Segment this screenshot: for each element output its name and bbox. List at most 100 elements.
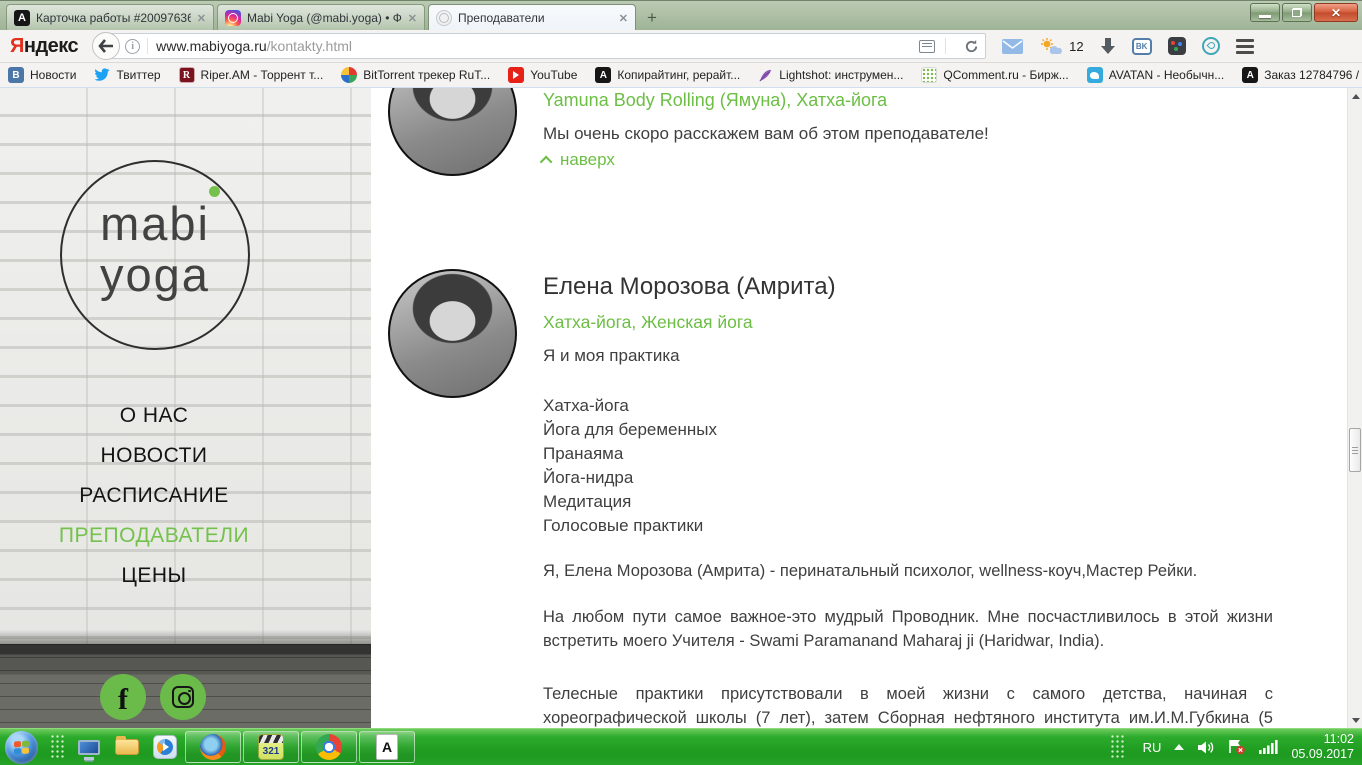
bookmark-novosti[interactable]: В Новости [8, 67, 76, 83]
tab-close-icon[interactable]: ✕ [619, 12, 628, 25]
logo-line2: yoga [100, 248, 210, 301]
remote-desktop-shortcut[interactable] [70, 731, 108, 764]
teacher-photo-yamuna [388, 88, 517, 176]
url-path: /kontakty.html [266, 38, 352, 54]
advego-icon: A [1242, 67, 1259, 83]
browser-navbar: Яндекс i www.mabiyoga.ru /kontakty.html [0, 30, 1362, 63]
menu-item-prepodavateli[interactable]: ПРЕПОДАВАТЕЛИ [0, 516, 308, 556]
scroll-down-icon [1351, 717, 1360, 723]
tab-close-icon[interactable]: ✕ [197, 12, 206, 25]
bookmark-lightshot[interactable]: Lightshot: инструмен... [758, 68, 903, 83]
reader-mode-icon[interactable] [919, 39, 936, 53]
mabiyoga-logo[interactable]: mabi yoga [60, 160, 250, 350]
back-arrow-icon [98, 39, 114, 53]
rutracker-icon [341, 67, 358, 83]
bookmark-twitter[interactable]: Твиттер [94, 68, 161, 82]
advego-taskbar-button[interactable]: A [359, 731, 415, 763]
riper-icon: R [178, 67, 195, 83]
bookmark-riper[interactable]: R Riper.AM - Торрент т... [178, 67, 323, 83]
twitter-icon [94, 68, 110, 81]
hidden-icons-arrow[interactable] [1174, 744, 1185, 750]
weather-widget[interactable]: 12 [1039, 38, 1084, 54]
start-button[interactable] [5, 730, 38, 764]
divider [945, 38, 947, 54]
tab-advego-task[interactable]: A Карточка работы #20097636 ✕ [6, 4, 214, 31]
yandex-logo[interactable]: Яндекс [10, 35, 79, 58]
scroll-up-icon [1351, 93, 1360, 99]
scrollbar-thumb[interactable] [1349, 428, 1361, 472]
up-chevron-icon [539, 155, 553, 168]
browser-tab-bar: A Карточка работы #20097636 ✕ Mabi Yoga … [0, 0, 1362, 31]
instagram-button[interactable] [160, 674, 206, 720]
menu-item-novosti[interactable]: НОВОСТИ [0, 436, 308, 476]
bio-paragraph-1: Я, Елена Морозова (Амрита) - перинатальн… [543, 562, 1198, 580]
back-button[interactable] [92, 32, 121, 60]
explorer-shortcut[interactable] [108, 731, 146, 764]
minimize-button[interactable] [1250, 3, 1280, 22]
facebook-icon: f [118, 683, 128, 716]
clapper-321-icon: 321 [258, 734, 284, 760]
clock-date: 05.09.2017 [1291, 747, 1354, 761]
menu-item-raspisanie[interactable]: РАСПИСАНИЕ [0, 476, 308, 516]
action-center-flag-icon[interactable] [1228, 739, 1246, 755]
advego-icon: A [595, 67, 612, 83]
network-signal-icon[interactable] [1259, 740, 1279, 754]
scroll-up-button[interactable] [1348, 88, 1362, 104]
close-button[interactable]: ✕ [1314, 3, 1358, 22]
url-bar[interactable]: i www.mabiyoga.ru /kontakty.html [106, 33, 987, 59]
teacher-disciplines[interactable]: Yamuna Body Rolling (Ямуна), Хатха-йога [543, 90, 1273, 111]
menu-item-tseny[interactable]: ЦЕНЫ [0, 556, 308, 596]
facebook-button[interactable]: f [100, 674, 146, 720]
tab-close-icon[interactable]: ✕ [408, 12, 417, 25]
menu-item-o-nas[interactable]: О НАС [0, 396, 308, 436]
tab-prepodavateli-active[interactable]: Преподаватели ✕ [428, 4, 636, 31]
photo-editor-icon[interactable] [1167, 37, 1186, 55]
tab-instagram[interactable]: Mabi Yoga (@mabi.yoga) • Ф ✕ [217, 4, 425, 31]
weather-sun-cloud-icon [1041, 38, 1063, 54]
logo-line1: mabi [100, 197, 210, 250]
scroll-down-button[interactable] [1348, 712, 1362, 728]
language-indicator[interactable]: RU [1143, 740, 1162, 755]
hamburger-menu-icon[interactable] [1235, 38, 1254, 54]
bio-paragraph-2: На любом пути самое важное-это мудрый Пр… [543, 608, 1273, 650]
avatan-icon [1086, 67, 1103, 83]
site-menu: О НАС НОВОСТИ РАСПИСАНИЕ ПРЕПОДАВАТЕЛИ Ц… [0, 396, 308, 596]
bookmarks-bar: В Новости Твиттер R Riper.AM - Торрент т..… [0, 63, 1362, 88]
screen: A Карточка работы #20097636 ✕ Mabi Yoga … [0, 0, 1362, 765]
practices-list: Хатха-йога Йога для беременных Пранаяма … [543, 394, 1273, 538]
site-info-icon[interactable]: i [125, 38, 141, 54]
mail-icon[interactable] [1002, 38, 1024, 54]
windows-taskbar: 321 A RU 11:02 05.09.2017 [0, 728, 1362, 765]
bookmark-advego[interactable]: A Копирайтинг, рерайт... [595, 67, 740, 83]
taskbar-clock[interactable]: 11:02 05.09.2017 [1291, 732, 1354, 762]
advego-favicon: A [14, 10, 30, 26]
instagram-icon [172, 686, 194, 708]
vertical-scrollbar[interactable] [1347, 88, 1362, 728]
teacher-name: Елена Морозова (Амрита) [543, 273, 836, 300]
practice-item: Пранаяма [543, 444, 624, 463]
bookmark-qcomment[interactable]: QComment.ru - Бирж... [921, 67, 1069, 83]
bookmark-youtube[interactable]: YouTube [508, 67, 577, 83]
tab-title: Преподаватели [458, 11, 545, 25]
wmp-icon [153, 735, 177, 759]
bookmark-rutracker[interactable]: BitTorrent трекер RuT... [341, 67, 490, 83]
reload-icon[interactable] [964, 39, 979, 54]
teacher-disciplines[interactable]: Хатха-йога, Женская йога [543, 312, 1273, 333]
media-player-shortcut[interactable] [146, 731, 184, 764]
vk-toolbar-icon[interactable]: BK [1131, 37, 1152, 55]
bookmark-zakaz[interactable]: AЗаказ 12784796 / 190.... [1242, 67, 1362, 83]
firefox-taskbar-button[interactable] [185, 731, 241, 763]
firefox-icon [200, 734, 226, 760]
divider [147, 38, 149, 54]
restore-button[interactable] [1282, 3, 1312, 22]
download-icon[interactable] [1100, 37, 1116, 55]
windows-flag-icon [14, 739, 29, 755]
mpc-taskbar-button[interactable]: 321 [243, 731, 299, 763]
chrome-taskbar-button[interactable] [301, 731, 357, 763]
bookmark-avatan[interactable]: AVATAN - Необычн... [1086, 67, 1224, 83]
volume-icon[interactable] [1197, 740, 1215, 755]
drop-extension-icon[interactable] [1201, 37, 1220, 55]
back-to-top-link[interactable]: наверх [539, 150, 1273, 170]
monitor-icon [78, 739, 100, 760]
new-tab-button[interactable]: + [639, 7, 665, 29]
